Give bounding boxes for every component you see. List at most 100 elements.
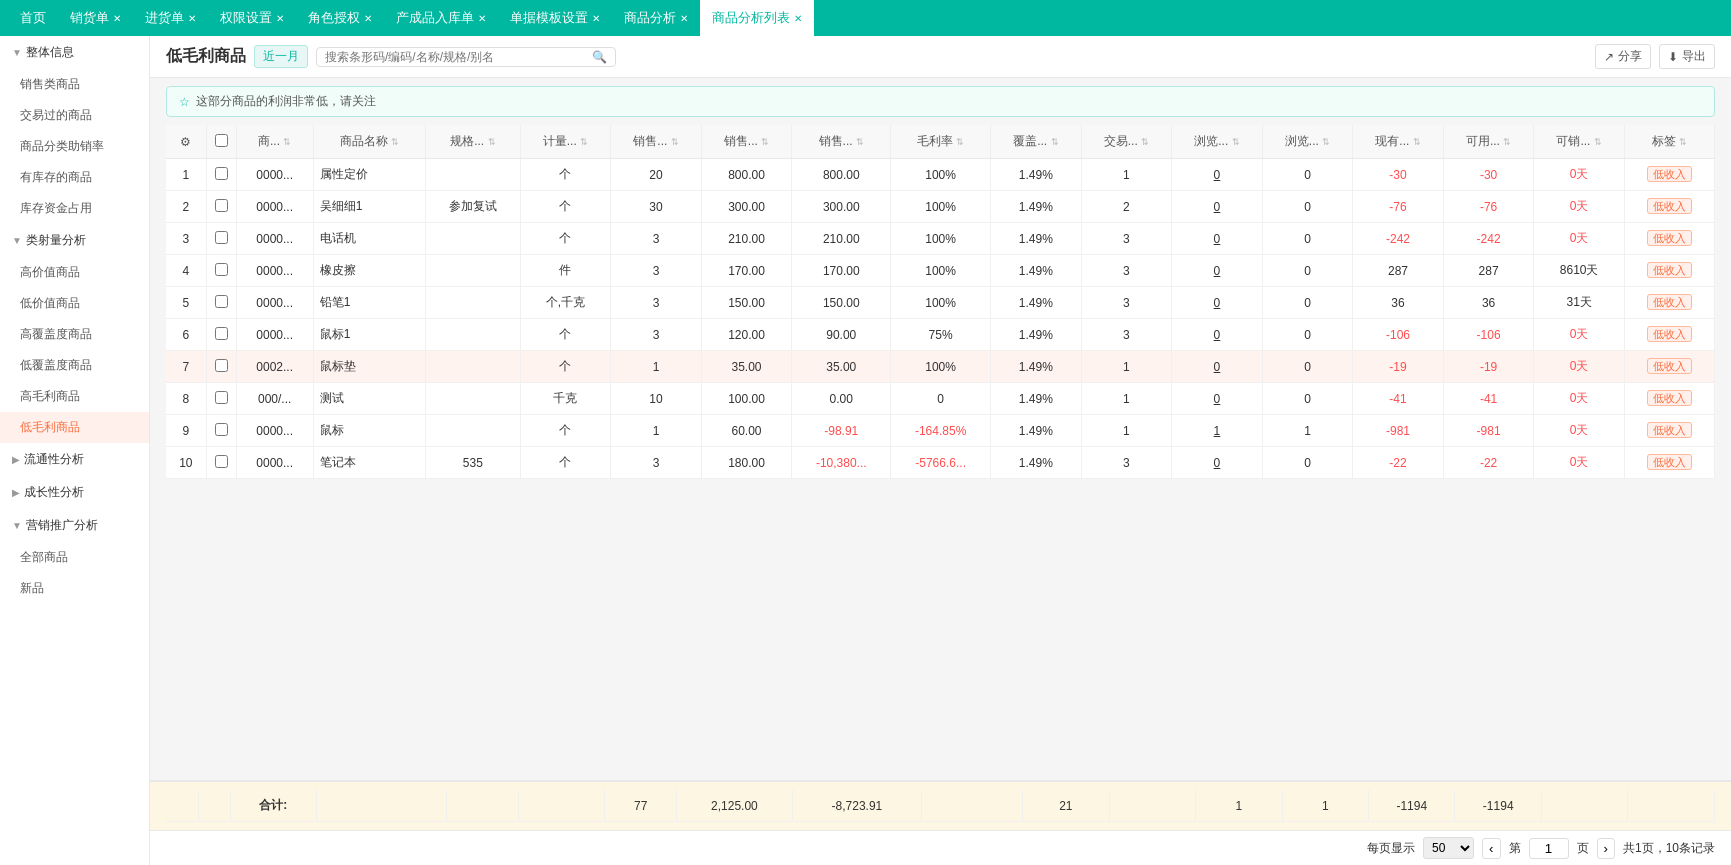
nav-item-analysis-list[interactable]: 商品分析列表 ✕	[700, 0, 814, 36]
share-button[interactable]: ↗ 分享	[1595, 44, 1651, 69]
prev-page-button[interactable]: ‹	[1482, 838, 1500, 859]
page-size-select[interactable]: 50 100 200	[1423, 837, 1474, 859]
row-code: 000/...	[236, 383, 313, 415]
row-spec	[426, 159, 521, 191]
nav-item-role[interactable]: 角色授权 ✕	[296, 0, 384, 36]
sidebar-item-low-profit[interactable]: 低毛利商品	[0, 412, 149, 443]
close-icon[interactable]: ✕	[276, 13, 284, 24]
sidebar-item-in-stock[interactable]: 有库存的商品	[0, 162, 149, 193]
th-current[interactable]: 现有... ⇅	[1353, 125, 1444, 159]
row-price: 300.00	[701, 191, 792, 223]
row-select-checkbox[interactable]	[215, 295, 228, 308]
nav-item-permissions[interactable]: 权限设置 ✕	[208, 0, 296, 36]
nav-item-product-entry[interactable]: 产成品入库单 ✕	[384, 0, 498, 36]
th-tag[interactable]: 标签 ⇅	[1624, 125, 1714, 159]
select-all-checkbox[interactable]	[215, 134, 228, 147]
th-checkbox[interactable]	[206, 125, 236, 159]
th-sales[interactable]: 销售... ⇅	[792, 125, 891, 159]
sidebar-item-low-coverage[interactable]: 低覆盖度商品	[0, 350, 149, 381]
row-select-checkbox[interactable]	[215, 359, 228, 372]
row-sellable: 0天	[1534, 319, 1625, 351]
sidebar-item-traded-goods[interactable]: 交易过的商品	[0, 100, 149, 131]
next-page-button[interactable]: ›	[1597, 838, 1615, 859]
th-available[interactable]: 可用... ⇅	[1443, 125, 1534, 159]
sidebar-group-value-analysis[interactable]: ▼ 类射量分析	[0, 224, 149, 257]
row-select-checkbox[interactable]	[215, 199, 228, 212]
th-browse1[interactable]: 浏览... ⇅	[1172, 125, 1263, 159]
row-select-checkbox[interactable]	[215, 327, 228, 340]
row-checkbox[interactable]	[206, 383, 236, 415]
filter-button[interactable]: 近一月	[254, 45, 308, 68]
th-profit-rate[interactable]: 毛利率 ⇅	[891, 125, 991, 159]
search-icon[interactable]: 🔍	[592, 50, 607, 64]
total-price: 2,125.00	[677, 790, 792, 822]
nav-item-purchase[interactable]: 进货单 ✕	[133, 0, 208, 36]
th-code[interactable]: 商... ⇅	[236, 125, 313, 159]
nav-item-home[interactable]: 首页	[8, 0, 58, 36]
row-spec	[426, 415, 521, 447]
row-checkbox[interactable]	[206, 415, 236, 447]
row-checkbox[interactable]	[206, 287, 236, 319]
sidebar-item-sales-goods[interactable]: 销售类商品	[0, 69, 149, 100]
close-icon[interactable]: ✕	[794, 13, 802, 24]
th-unit[interactable]: 计量... ⇅	[520, 125, 611, 159]
row-checkbox[interactable]	[206, 159, 236, 191]
nav-item-template[interactable]: 单据模板设置 ✕	[498, 0, 612, 36]
search-input[interactable]	[325, 50, 592, 64]
sidebar-item-all-goods[interactable]: 全部商品	[0, 542, 149, 573]
row-browse1[interactable]: 0	[1172, 287, 1263, 319]
th-sellable[interactable]: 可销... ⇅	[1534, 125, 1625, 159]
row-browse1[interactable]: 0	[1172, 447, 1263, 479]
close-icon[interactable]: ✕	[113, 13, 121, 24]
row-select-checkbox[interactable]	[215, 263, 228, 276]
sidebar-group-flow[interactable]: ▶ 流通性分析	[0, 443, 149, 476]
row-browse1[interactable]: 0	[1172, 191, 1263, 223]
th-transaction[interactable]: 交易... ⇅	[1081, 125, 1172, 159]
row-browse1[interactable]: 0	[1172, 351, 1263, 383]
th-price[interactable]: 销售... ⇅	[701, 125, 792, 159]
page-number-input[interactable]	[1529, 838, 1569, 859]
sidebar-item-category-rate[interactable]: 商品分类助销率	[0, 131, 149, 162]
th-coverage[interactable]: 覆盖... ⇅	[991, 125, 1082, 159]
row-browse1[interactable]: 0	[1172, 383, 1263, 415]
close-icon[interactable]: ✕	[364, 13, 372, 24]
row-browse1[interactable]: 1	[1172, 415, 1263, 447]
row-checkbox[interactable]	[206, 223, 236, 255]
sidebar-item-capital[interactable]: 库存资金占用	[0, 193, 149, 224]
row-checkbox[interactable]	[206, 351, 236, 383]
th-qty[interactable]: 销售... ⇅	[611, 125, 702, 159]
sidebar-group-overall[interactable]: ▼ 整体信息	[0, 36, 149, 69]
sidebar-group-growth[interactable]: ▶ 成长性分析	[0, 476, 149, 509]
row-browse1[interactable]: 0	[1172, 223, 1263, 255]
close-icon[interactable]: ✕	[478, 13, 486, 24]
row-checkbox[interactable]	[206, 191, 236, 223]
row-select-checkbox[interactable]	[215, 167, 228, 180]
row-select-checkbox[interactable]	[215, 391, 228, 404]
row-checkbox[interactable]	[206, 447, 236, 479]
sidebar-item-high-coverage[interactable]: 高覆盖度商品	[0, 319, 149, 350]
close-icon[interactable]: ✕	[680, 13, 688, 24]
row-checkbox[interactable]	[206, 255, 236, 287]
row-select-checkbox[interactable]	[215, 231, 228, 244]
row-browse1[interactable]: 0	[1172, 159, 1263, 191]
sidebar-group-marketing[interactable]: ▼ 营销推广分析	[0, 509, 149, 542]
th-spec[interactable]: 规格... ⇅	[426, 125, 521, 159]
close-icon[interactable]: ✕	[188, 13, 196, 24]
sidebar-item-low-value[interactable]: 低价值商品	[0, 288, 149, 319]
row-browse1[interactable]: 0	[1172, 319, 1263, 351]
sidebar-item-high-profit[interactable]: 高毛利商品	[0, 381, 149, 412]
row-no: 6	[166, 319, 206, 351]
th-name[interactable]: 商品名称 ⇅	[313, 125, 425, 159]
row-select-checkbox[interactable]	[215, 423, 228, 436]
th-browse2[interactable]: 浏览... ⇅	[1262, 125, 1353, 159]
sidebar-item-high-value[interactable]: 高价值商品	[0, 257, 149, 288]
nav-item-analysis[interactable]: 商品分析 ✕	[612, 0, 700, 36]
close-icon[interactable]: ✕	[592, 13, 600, 24]
th-settings[interactable]: ⚙	[166, 125, 206, 159]
row-select-checkbox[interactable]	[215, 455, 228, 468]
export-button[interactable]: ⬇ 导出	[1659, 44, 1715, 69]
sidebar-item-new-goods[interactable]: 新品	[0, 573, 149, 604]
row-checkbox[interactable]	[206, 319, 236, 351]
row-browse1[interactable]: 0	[1172, 255, 1263, 287]
nav-item-sales[interactable]: 销货单 ✕	[58, 0, 133, 36]
